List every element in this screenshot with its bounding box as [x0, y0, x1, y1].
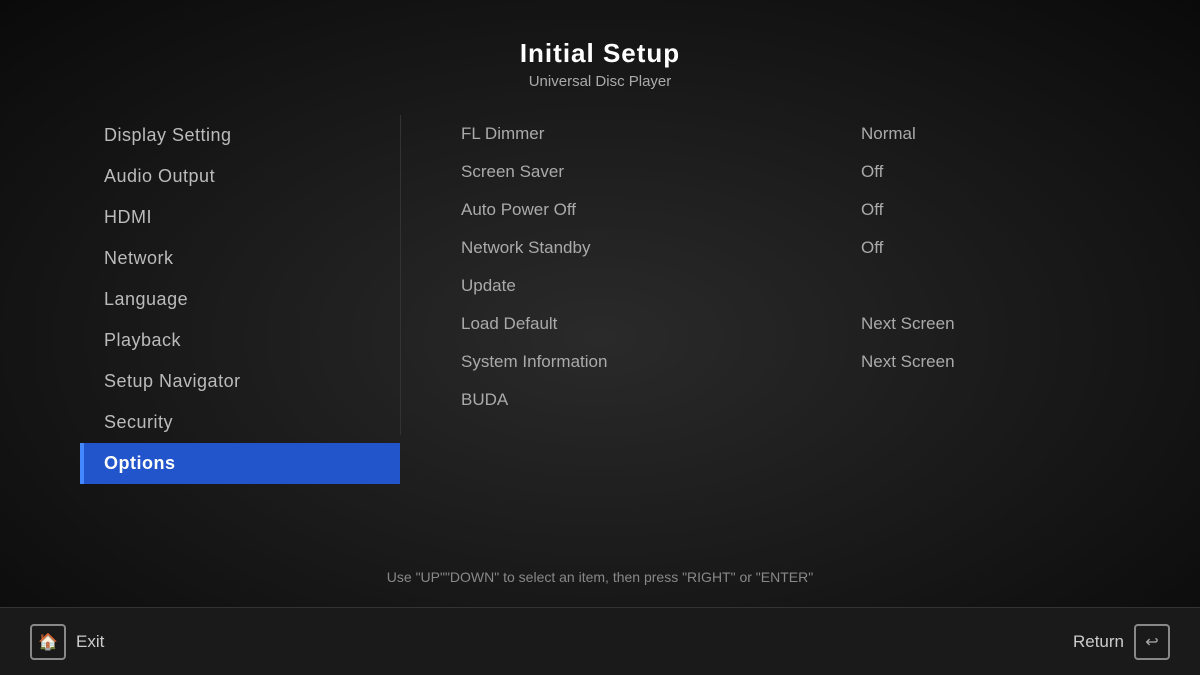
setting-row[interactable]: System Information Next Screen	[461, 343, 1200, 381]
sidebar-item-options[interactable]: Options	[80, 443, 400, 484]
setting-row[interactable]: Network Standby Off	[461, 229, 1200, 267]
setting-row[interactable]: Auto Power Off Off	[461, 191, 1200, 229]
setting-value: Off	[861, 238, 883, 258]
setting-label: Network Standby	[461, 238, 841, 258]
sidebar-item-language[interactable]: Language	[80, 279, 400, 320]
setting-row[interactable]: Update	[461, 267, 1200, 305]
setting-label: Update	[461, 276, 841, 296]
home-icon: 🏠	[30, 624, 66, 660]
sidebar-item-audio-output[interactable]: Audio Output	[80, 156, 400, 197]
bottom-bar: 🏠 Exit Return ↩	[0, 607, 1200, 675]
sidebar-item-security[interactable]: Security	[80, 402, 400, 443]
setting-label: System Information	[461, 352, 841, 372]
sidebar-item-setup-navigator[interactable]: Setup Navigator	[80, 361, 400, 402]
setting-row[interactable]: Screen Saver Off	[461, 153, 1200, 191]
page-title: Initial Setup	[0, 38, 1200, 69]
exit-button[interactable]: 🏠 Exit	[30, 624, 104, 660]
sidebar-item-display-setting[interactable]: Display Setting	[80, 115, 400, 156]
setting-row[interactable]: Load Default Next Screen	[461, 305, 1200, 343]
sidebar: Display SettingAudio OutputHDMINetworkLa…	[80, 110, 400, 500]
setting-value: Next Screen	[861, 352, 955, 372]
setting-row[interactable]: BUDA	[461, 381, 1200, 419]
setting-label: FL Dimmer	[461, 124, 841, 144]
sidebar-item-playback[interactable]: Playback	[80, 320, 400, 361]
sidebar-item-hdmi[interactable]: HDMI	[80, 197, 400, 238]
settings-panel: FL DimmerNormalScreen SaverOffAuto Power…	[401, 110, 1200, 500]
setting-label: Auto Power Off	[461, 200, 841, 220]
setting-value: Off	[861, 200, 883, 220]
return-button[interactable]: Return ↩	[1073, 624, 1170, 660]
setting-label: BUDA	[461, 390, 841, 410]
setting-value: Off	[861, 162, 883, 182]
main-content: Display SettingAudio OutputHDMINetworkLa…	[0, 110, 1200, 500]
return-label: Return	[1073, 632, 1124, 652]
sidebar-item-network[interactable]: Network	[80, 238, 400, 279]
setting-row[interactable]: FL Dimmer Normal	[461, 115, 1200, 153]
setting-label: Load Default	[461, 314, 841, 334]
instructions-text: Use "UP""DOWN" to select an item, then p…	[0, 569, 1200, 585]
page-subtitle: Universal Disc Player	[0, 73, 1200, 90]
setting-value: Next Screen	[861, 314, 955, 334]
page-header: Initial Setup Universal Disc Player	[0, 0, 1200, 100]
setting-label: Screen Saver	[461, 162, 841, 182]
setting-value: Normal	[861, 124, 916, 144]
return-icon: ↩	[1134, 624, 1170, 660]
exit-label: Exit	[76, 632, 104, 652]
